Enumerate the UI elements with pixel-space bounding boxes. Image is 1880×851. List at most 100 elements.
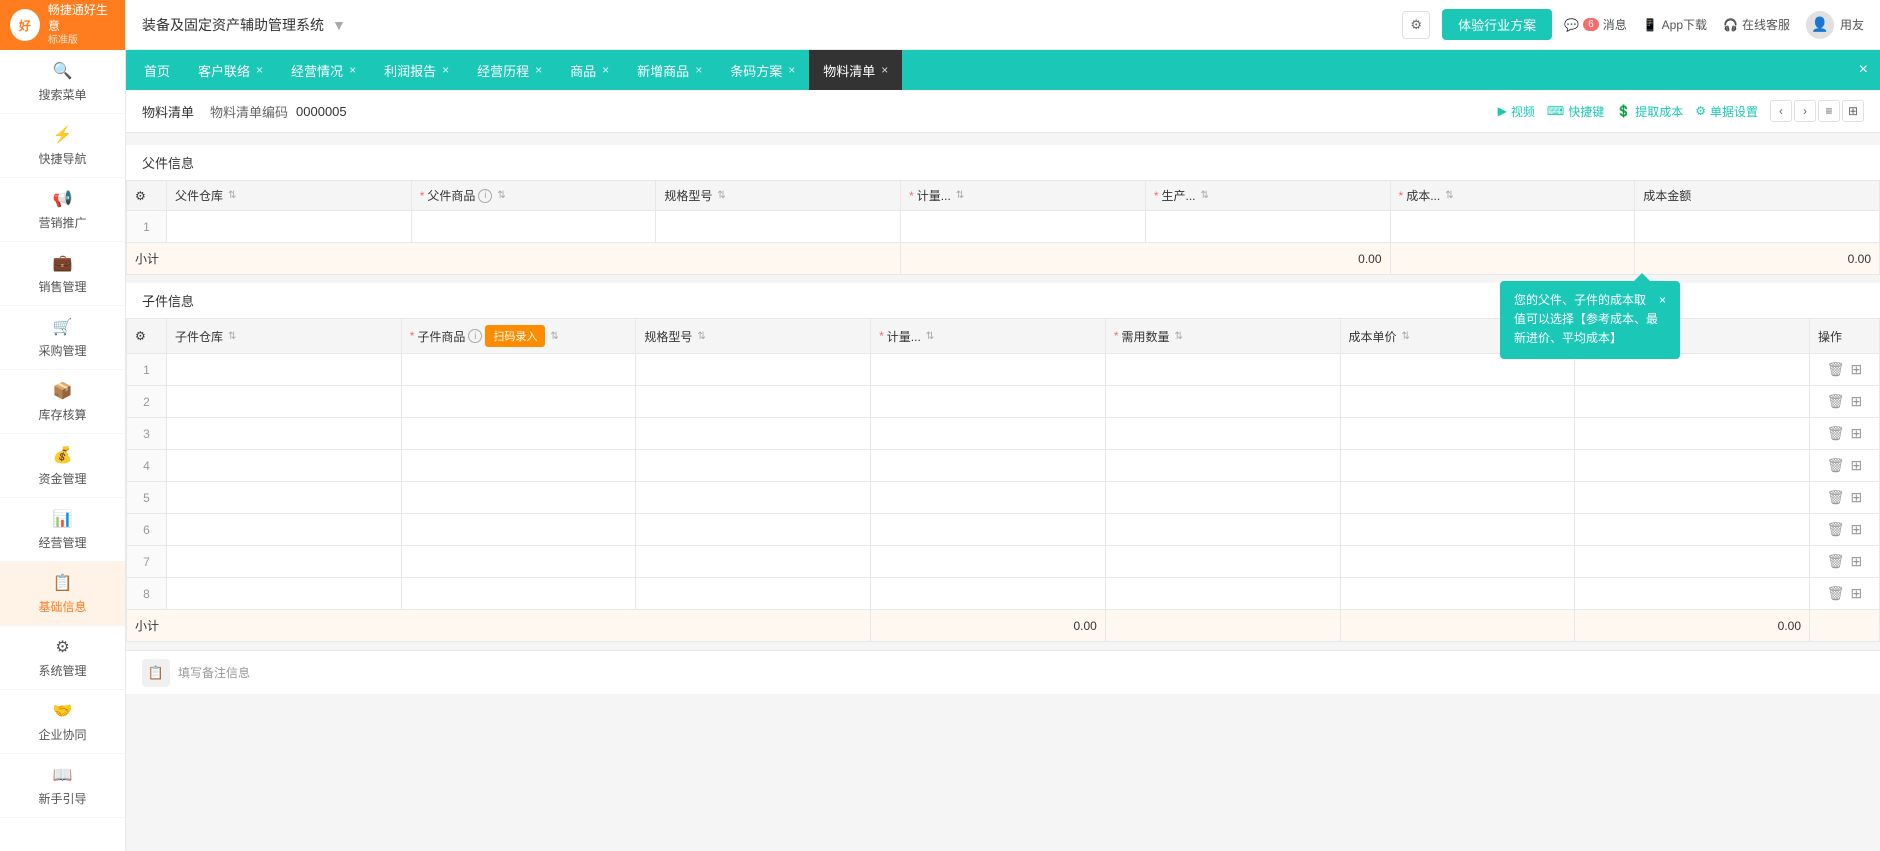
- parent-warehouse-input-1[interactable]: [167, 211, 411, 242]
- child-cost-amount-input-7[interactable]: [1575, 546, 1809, 577]
- parent-unit-input-1[interactable]: [901, 211, 1145, 242]
- child-unit-input-1[interactable]: [871, 354, 1105, 385]
- tab-customer-close[interactable]: ×: [256, 63, 263, 77]
- child-unit-cost-input-8[interactable]: [1341, 578, 1575, 609]
- child-spec-input-5[interactable]: [636, 482, 870, 513]
- tab-customer[interactable]: 客户联络 ×: [184, 50, 277, 90]
- view-video-button[interactable]: ▶ 视频: [1498, 103, 1535, 120]
- parent-goods-input-1[interactable]: [412, 211, 656, 242]
- child-goods-cell-4[interactable]: [401, 450, 636, 482]
- scan-input-button[interactable]: 扫码录入: [485, 325, 545, 347]
- sort-icon-5[interactable]: ⇅: [1201, 190, 1209, 201]
- parent-cost-amount-input-1[interactable]: [1635, 211, 1879, 242]
- parent-produce-cell-1[interactable]: [1145, 211, 1390, 243]
- sort-icon-2[interactable]: ⇅: [497, 190, 505, 201]
- tab-nav-close[interactable]: ×: [1851, 61, 1876, 79]
- child-warehouse-cell-3[interactable]: [167, 418, 402, 450]
- tab-history[interactable]: 经营历程 ×: [463, 50, 556, 90]
- child-warehouse-cell-5[interactable]: [167, 482, 402, 514]
- user-menu[interactable]: 👤 用友: [1806, 11, 1864, 39]
- child-qty-input-5[interactable]: [1106, 482, 1340, 513]
- sidebar-item-base_info[interactable]: 📋 基础信息: [0, 562, 125, 626]
- sort-icon-6[interactable]: ⇅: [1445, 190, 1453, 201]
- child-warehouse-input-4[interactable]: [167, 450, 401, 481]
- tab-bom-close[interactable]: ×: [881, 63, 888, 77]
- child-spec-input-8[interactable]: [636, 578, 870, 609]
- child-unit-cell-6[interactable]: [871, 514, 1106, 546]
- child-goods-cell-8[interactable]: [401, 578, 636, 610]
- child-warehouse-cell-7[interactable]: [167, 546, 402, 578]
- child-cost-amount-cell-6[interactable]: [1575, 514, 1810, 546]
- child-goods-cell-6[interactable]: [401, 514, 636, 546]
- child-spec-cell-6[interactable]: [636, 514, 871, 546]
- child-unit-input-3[interactable]: [871, 418, 1105, 449]
- child-sort-4[interactable]: ⇅: [926, 331, 934, 342]
- tab-history-close[interactable]: ×: [535, 63, 542, 77]
- child-warehouse-input-7[interactable]: [167, 546, 401, 577]
- child-unit-input-2[interactable]: [871, 386, 1105, 417]
- tab-barcode[interactable]: 条码方案 ×: [716, 50, 809, 90]
- child-goods-cell-7[interactable]: [401, 546, 636, 578]
- child-warehouse-input-3[interactable]: [167, 418, 401, 449]
- nav-next-button[interactable]: ›: [1794, 100, 1816, 122]
- child-spec-cell-2[interactable]: [636, 386, 871, 418]
- parent-cost-cell-1[interactable]: [1390, 211, 1635, 243]
- child-warehouse-cell-4[interactable]: [167, 450, 402, 482]
- child-goods-input-5[interactable]: [402, 482, 636, 513]
- child-sort-6[interactable]: ⇅: [1402, 331, 1410, 342]
- tab-barcode-close[interactable]: ×: [788, 63, 795, 77]
- app-download-button[interactable]: 📱 App下载: [1643, 16, 1707, 33]
- gear-button[interactable]: ⚙: [1402, 11, 1430, 39]
- child-warehouse-cell-1[interactable]: [167, 354, 402, 386]
- doc-settings-button[interactable]: ⚙ 单据设置: [1695, 103, 1758, 120]
- child-spec-input-2[interactable]: [636, 386, 870, 417]
- child-spec-cell-5[interactable]: [636, 482, 871, 514]
- child-qty-input-2[interactable]: [1106, 386, 1340, 417]
- child-spec-cell-4[interactable]: [636, 450, 871, 482]
- child-goods-input-2[interactable]: [402, 386, 636, 417]
- sort-icon[interactable]: ⇅: [228, 190, 236, 201]
- child-sort-5[interactable]: ⇅: [1175, 331, 1183, 342]
- child-th-settings[interactable]: ⚙: [127, 319, 167, 354]
- child-goods-input-3[interactable]: [402, 418, 636, 449]
- child-qty-cell-5[interactable]: [1105, 482, 1340, 514]
- tab-operation-close[interactable]: ×: [349, 63, 356, 77]
- child-spec-input-3[interactable]: [636, 418, 870, 449]
- child-unit-cost-cell-2[interactable]: [1340, 386, 1575, 418]
- copy-row-3-button[interactable]: ⊞: [1851, 425, 1863, 442]
- sort-icon-3[interactable]: ⇅: [717, 190, 725, 201]
- parent-cost-amount-cell-1[interactable]: [1635, 211, 1880, 243]
- child-goods-input-4[interactable]: [402, 450, 636, 481]
- child-unit-cell-8[interactable]: [871, 578, 1106, 610]
- child-qty-input-6[interactable]: [1106, 514, 1340, 545]
- delete-row-6-button[interactable]: 🗑: [1827, 521, 1845, 538]
- sort-icon-4[interactable]: ⇅: [956, 190, 964, 201]
- sidebar-item-operation_mgmt[interactable]: 📊 经营管理: [0, 498, 125, 562]
- parent-goods-info-icon[interactable]: i: [478, 189, 492, 203]
- child-spec-cell-8[interactable]: [636, 578, 871, 610]
- child-qty-cell-3[interactable]: [1105, 418, 1340, 450]
- child-spec-cell-1[interactable]: [636, 354, 871, 386]
- child-warehouse-input-2[interactable]: [167, 386, 401, 417]
- delete-row-2-button[interactable]: 🗑: [1827, 393, 1845, 410]
- child-qty-input-3[interactable]: [1106, 418, 1340, 449]
- copy-row-4-button[interactable]: ⊞: [1851, 457, 1863, 474]
- child-qty-cell-1[interactable]: [1105, 354, 1340, 386]
- sidebar-item-marketing[interactable]: 📢 营销推广: [0, 178, 125, 242]
- child-cost-amount-cell-8[interactable]: [1575, 578, 1810, 610]
- child-cost-amount-cell-7[interactable]: [1575, 546, 1810, 578]
- sidebar-item-purchase[interactable]: 🛒 采购管理: [0, 306, 125, 370]
- parent-cost-input-1[interactable]: [1391, 211, 1635, 242]
- child-cost-amount-cell-4[interactable]: [1575, 450, 1810, 482]
- copy-row-1-button[interactable]: ⊞: [1851, 361, 1863, 378]
- child-qty-input-8[interactable]: [1106, 578, 1340, 609]
- child-cost-amount-input-2[interactable]: [1575, 386, 1809, 417]
- message-button[interactable]: 💬 6 消息: [1564, 16, 1627, 33]
- child-unit-input-7[interactable]: [871, 546, 1105, 577]
- child-goods-input-7[interactable]: [402, 546, 636, 577]
- child-spec-cell-3[interactable]: [636, 418, 871, 450]
- sidebar-item-enterprise[interactable]: 🤝 企业协同: [0, 690, 125, 754]
- child-unit-input-5[interactable]: [871, 482, 1105, 513]
- tab-home[interactable]: 首页: [130, 50, 184, 90]
- child-unit-cost-input-5[interactable]: [1341, 482, 1575, 513]
